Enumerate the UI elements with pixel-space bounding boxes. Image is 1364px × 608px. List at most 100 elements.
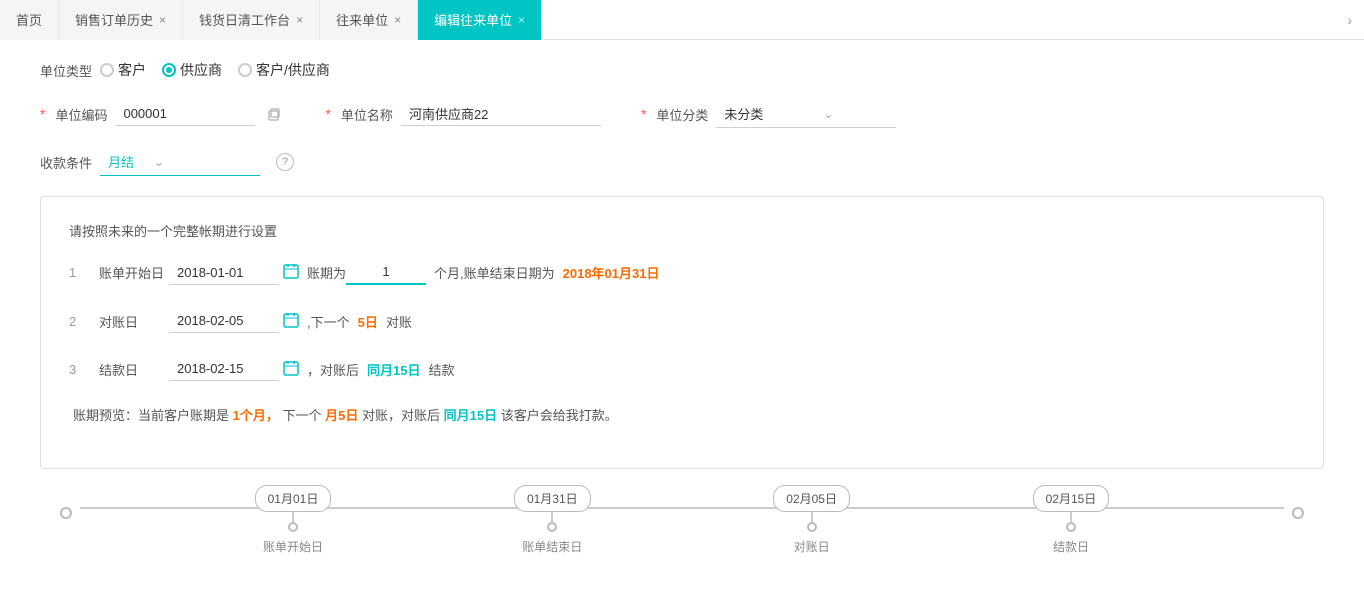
- unit-category-group: * 单位分类 未分类 ⌄: [641, 100, 896, 128]
- radio-supplier[interactable]: 供应商: [162, 60, 222, 80]
- row-2-date-input[interactable]: [169, 309, 279, 333]
- tab-partner[interactable]: 往来单位 ×: [320, 0, 418, 40]
- unit-category-required: *: [641, 106, 646, 122]
- timeline-section: 01月01日 账单开始日 01月31日 账单结束日 02月05日 对账日: [40, 469, 1324, 555]
- timeline-left-dot: [60, 507, 72, 519]
- radio-supplier-circle: [162, 63, 176, 77]
- timeline-label-2: 账单结束日: [522, 538, 582, 555]
- preview-end: 该客户会给我打款。: [501, 408, 618, 423]
- unit-code-label: 单位编码: [55, 105, 107, 124]
- unit-name-input[interactable]: [401, 102, 601, 126]
- radio-customer-label: 客户: [118, 60, 146, 80]
- row-1-desc-suffix: 个月,账单结束日期为: [434, 263, 555, 282]
- row-3-num: 3: [69, 362, 99, 377]
- preview-reconcile-prefix: 下一个: [283, 408, 322, 423]
- row-3-desc-prefix: ，对账后: [307, 360, 359, 379]
- tab-cash-work[interactable]: 钱货日清工作台 ×: [183, 0, 320, 40]
- timeline-right-dot: [1292, 507, 1304, 519]
- tab-partner-close[interactable]: ×: [394, 13, 401, 27]
- row-2-label: 对账日: [99, 312, 169, 331]
- unit-category-label: 单位分类: [656, 105, 708, 124]
- timeline-label-1: 账单开始日: [263, 538, 323, 555]
- preview-text: 账期预览：当前客户账期是 1个月， 下一个 月5日 对账，对账后 同月15日 该…: [69, 405, 1295, 424]
- setting-row-3: 3 结款日 ，对账后 同月15日 结款: [69, 357, 1295, 381]
- row-1-highlight-date: 2018年01月31日: [563, 263, 660, 282]
- radio-supplier-label: 供应商: [180, 60, 222, 80]
- row-1-cal-icon[interactable]: [283, 263, 299, 282]
- unit-code-input[interactable]: [115, 102, 255, 126]
- unit-category-select[interactable]: 未分类 ⌄: [716, 100, 896, 128]
- row-1-num: 1: [69, 265, 99, 280]
- row-3-desc-suffix: 结款: [428, 360, 454, 379]
- timeline-label-4: 结款日: [1053, 538, 1089, 555]
- timeline-start-dot: [60, 507, 72, 519]
- timeline-point-2: 01月31日 账单结束日: [514, 485, 591, 555]
- payment-condition-value: 月结: [108, 152, 134, 171]
- unit-category-value: 未分类: [724, 104, 763, 123]
- tab-partner-label: 往来单位: [336, 10, 388, 29]
- unit-type-group: 单位类型 客户 供应商 客户/供应商: [40, 60, 330, 80]
- timeline-point-3: 02月05日 对账日: [773, 485, 850, 555]
- payment-condition-label: 收款条件: [40, 153, 92, 172]
- payment-condition-arrow-icon: ⌄: [154, 155, 164, 169]
- tab-sales-history[interactable]: 销售订单历史 ×: [59, 0, 183, 40]
- radio-customer[interactable]: 客户: [100, 60, 146, 80]
- tab-edit-partner-close[interactable]: ×: [518, 13, 525, 27]
- row-3-highlight-day: 同月15日: [367, 360, 420, 379]
- timeline-badge-3: 02月05日: [773, 485, 850, 512]
- radio-both[interactable]: 客户/供应商: [238, 60, 330, 80]
- timeline-point-1: 01月01日 账单开始日: [255, 485, 332, 555]
- row-3-cal-icon[interactable]: [283, 360, 299, 379]
- help-icon[interactable]: ?: [276, 153, 294, 171]
- payment-condition-select[interactable]: 月结 ⌄: [100, 148, 260, 176]
- timeline-row: 01月01日 账单开始日 01月31日 账单结束日 02月05日 对账日: [60, 485, 1304, 555]
- timeline-point-4: 02月15日 结款日: [1033, 485, 1110, 555]
- tab-edit-partner-label: 编辑往来单位: [434, 10, 512, 29]
- row-2-desc-suffix: 对账: [386, 312, 412, 331]
- tab-home-label: 首页: [16, 10, 42, 29]
- timeline-label-3: 对账日: [794, 538, 830, 555]
- radio-group: 客户 供应商 客户/供应商: [100, 60, 330, 80]
- unit-code-copy-icon[interactable]: [263, 103, 285, 125]
- preview-label: 账期预览：当前客户账期是: [73, 408, 229, 423]
- unit-type-label: 单位类型: [40, 61, 92, 80]
- row-2-highlight-day: 5日: [358, 312, 378, 331]
- row-3-date-input[interactable]: [169, 357, 279, 381]
- radio-both-label: 客户/供应商: [256, 60, 330, 80]
- tab-sales-history-label: 销售订单历史: [75, 10, 153, 29]
- unit-type-row: 单位类型 客户 供应商 客户/供应商: [40, 60, 1324, 80]
- tab-scroll-arrow[interactable]: ›: [1335, 0, 1364, 40]
- page-content: 单位类型 客户 供应商 客户/供应商 * 单位编码: [0, 40, 1364, 608]
- preview-reconcile-day: 月5日: [325, 408, 358, 423]
- unit-category-arrow-icon: ⌄: [823, 107, 833, 121]
- setting-row-1: 1 账单开始日 账期为 个月,账单结束日期为 2018年01月31日: [69, 260, 1295, 285]
- row-2-num: 2: [69, 314, 99, 329]
- unit-code-group: * 单位编码: [40, 102, 285, 126]
- unit-info-row: * 单位编码 * 单位名称 * 单位分类 未分类 ⌄: [40, 100, 1324, 128]
- radio-customer-circle: [100, 63, 114, 77]
- tabs-bar: 首页 销售订单历史 × 钱货日清工作台 × 往来单位 × 编辑往来单位 × ›: [0, 0, 1364, 40]
- timeline-badge-2: 01月31日: [514, 485, 591, 512]
- tab-edit-partner[interactable]: 编辑往来单位 ×: [418, 0, 542, 40]
- card-title: 请按照未来的一个完整帐期进行设置: [69, 221, 1295, 240]
- row-1-date-input[interactable]: [169, 261, 279, 285]
- tab-home[interactable]: 首页: [0, 0, 59, 40]
- payment-condition-group: 收款条件 月结 ⌄ ?: [40, 148, 294, 176]
- period-input[interactable]: [346, 260, 426, 285]
- timeline-end-dot: [1292, 507, 1304, 519]
- settings-card: 请按照未来的一个完整帐期进行设置 1 账单开始日 账期为 个月,账单结束日期为 …: [40, 196, 1324, 469]
- radio-both-circle: [238, 63, 252, 77]
- row-2-cal-icon[interactable]: [283, 312, 299, 331]
- preview-reconcile-suffix: 对账，对账后: [362, 408, 440, 423]
- row-1-desc-prefix: 账期为: [307, 263, 346, 282]
- setting-row-2: 2 对账日 ,下一个 5日 对账: [69, 309, 1295, 333]
- preview-period: 1个月，: [233, 408, 279, 423]
- unit-name-required: *: [325, 106, 330, 122]
- row-2-desc-prefix: ,下一个: [307, 312, 350, 331]
- tab-cash-work-close[interactable]: ×: [296, 13, 303, 27]
- payment-condition-row: 收款条件 月结 ⌄ ?: [40, 148, 1324, 176]
- unit-name-label: 单位名称: [341, 105, 393, 124]
- tab-sales-history-close[interactable]: ×: [159, 13, 166, 27]
- timeline-badge-1: 01月01日: [255, 485, 332, 512]
- tab-cash-work-label: 钱货日清工作台: [199, 10, 290, 29]
